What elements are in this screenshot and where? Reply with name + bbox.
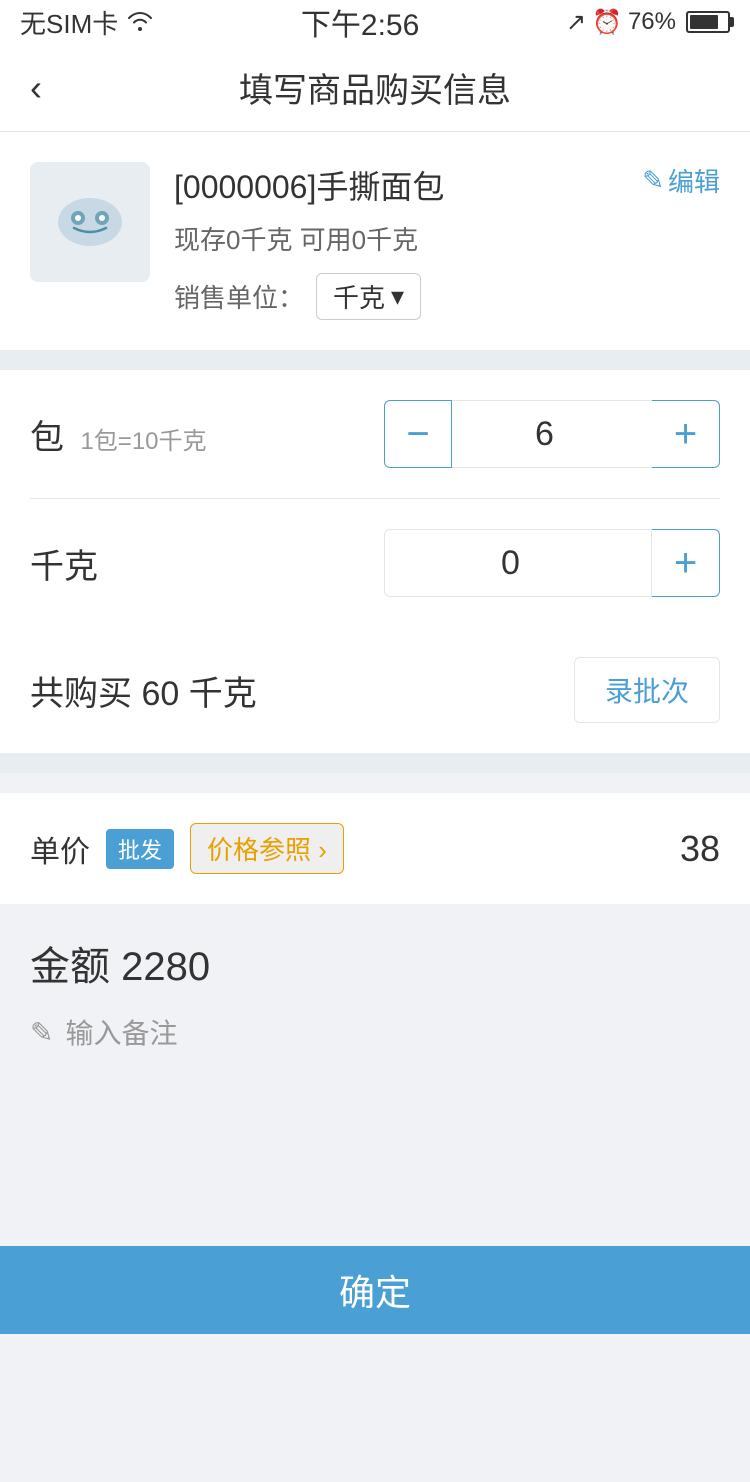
- kg-plus-button[interactable]: +: [652, 529, 720, 597]
- kg-stepper: +: [384, 529, 720, 597]
- summary-text: 共购买 60 千克: [30, 666, 257, 715]
- package-label: 包 1包=10千克: [30, 410, 207, 459]
- batch-button[interactable]: 录批次: [574, 657, 720, 723]
- confirm-button-label: 确定: [339, 1264, 411, 1316]
- product-card-right: ✎ 编辑: [642, 162, 720, 199]
- price-value: 38: [680, 828, 720, 870]
- product-stock: 现存0千克 可用0千克: [174, 220, 618, 257]
- section-divider-2: [0, 753, 750, 773]
- package-stepper: − +: [384, 400, 720, 468]
- price-row: 单价 批发 价格参照 › 38: [30, 823, 720, 874]
- status-bar: 无SIM卡 下午2:56 ↗ ⏰ 76%: [0, 0, 750, 44]
- product-name: [0000006]手撕面包: [174, 162, 618, 208]
- section-divider-1: [0, 350, 750, 370]
- package-sublabel: 1包=10千克: [80, 428, 206, 455]
- status-time: 下午2:56: [301, 0, 419, 44]
- edit-label: 编辑: [668, 162, 720, 199]
- battery-percent: 76%: [628, 8, 676, 36]
- amount-label: 金额: [30, 945, 110, 989]
- remark-placeholder: 输入备注: [65, 1012, 177, 1052]
- kg-input-row: 千克 +: [30, 499, 720, 627]
- product-card: [0000006]手撕面包 现存0千克 可用0千克 销售单位： 千克 ▾ ✎ 编…: [0, 132, 750, 350]
- summary-section: 共购买 60 千克 录批次: [0, 627, 750, 753]
- summary-row: 共购买 60 千克 录批次: [30, 627, 720, 753]
- product-info: [0000006]手撕面包 现存0千克 可用0千克 销售单位： 千克 ▾: [174, 162, 618, 320]
- product-unit-row: 销售单位： 千克 ▾: [174, 273, 618, 320]
- location-icon: ↗: [566, 8, 586, 37]
- kg-label: 千克: [30, 539, 98, 588]
- package-minus-button[interactable]: −: [384, 400, 452, 468]
- dropdown-chevron-icon: ▾: [391, 281, 404, 312]
- unit-label: 销售单位：: [174, 278, 304, 315]
- alarm-icon: ⏰: [592, 8, 622, 37]
- input-section: 包 1包=10千克 − + 千克 +: [0, 370, 750, 627]
- amount-number: 2280: [121, 945, 210, 989]
- edit-button[interactable]: ✎ 编辑: [642, 162, 720, 199]
- kg-input[interactable]: [384, 529, 652, 597]
- amount-section: 金额 2280 ✎ 输入备注: [0, 904, 750, 1082]
- confirm-button[interactable]: 确定: [0, 1246, 750, 1334]
- battery-icon: [686, 11, 730, 33]
- status-right: ↗ ⏰ 76%: [566, 8, 730, 37]
- price-reference-button[interactable]: 价格参照 ›: [190, 823, 344, 874]
- remark-row[interactable]: ✎ 输入备注: [30, 1012, 720, 1052]
- package-input-row: 包 1包=10千克 − +: [30, 370, 720, 499]
- carrier-text: 无SIM卡: [20, 4, 118, 41]
- unit-dropdown[interactable]: 千克 ▾: [316, 273, 421, 320]
- package-plus-button[interactable]: +: [652, 400, 720, 468]
- product-image: [30, 162, 150, 282]
- wifi-icon: [126, 7, 154, 38]
- edit-icon: ✎: [642, 165, 664, 196]
- price-label: 单价: [30, 827, 90, 871]
- status-left: 无SIM卡: [20, 4, 154, 41]
- pencil-icon: ✎: [30, 1016, 53, 1049]
- price-tag-badge: 批发: [106, 829, 174, 869]
- price-section: 单价 批发 价格参照 › 38: [0, 793, 750, 904]
- page-title: 填写商品购买信息: [239, 63, 511, 112]
- package-input[interactable]: [452, 400, 652, 468]
- nav-bar: ‹ 填写商品购买信息: [0, 44, 750, 132]
- back-button[interactable]: ‹: [30, 67, 42, 109]
- amount-row: 金额 2280: [30, 934, 720, 992]
